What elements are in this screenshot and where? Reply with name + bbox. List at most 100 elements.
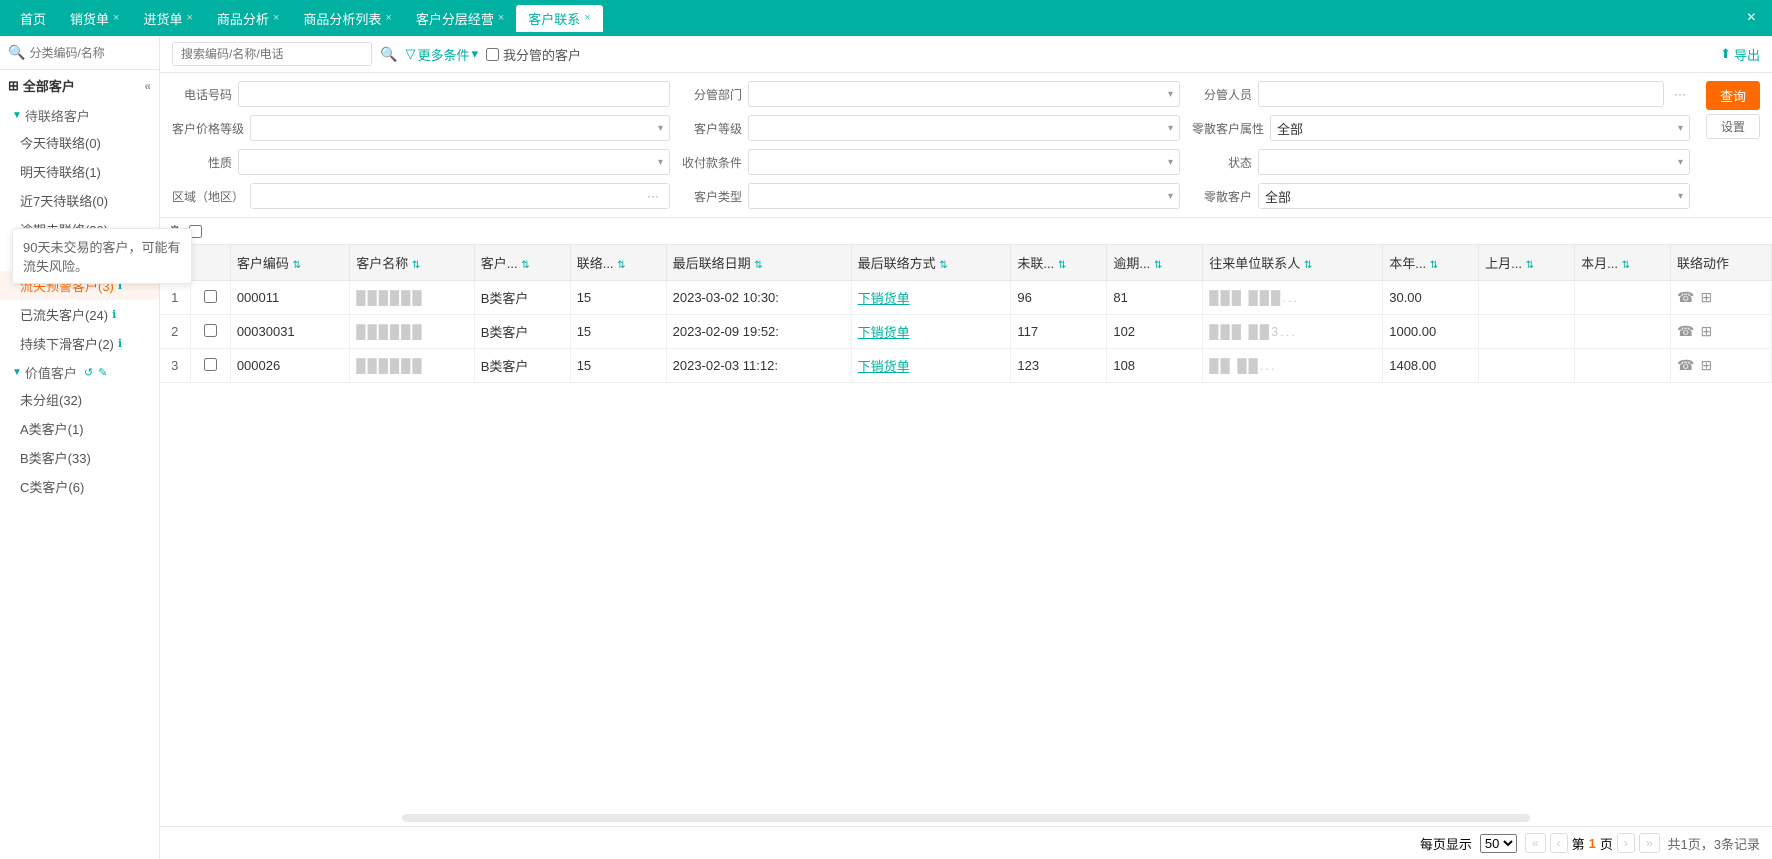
row-3-checkbox[interactable] [204, 358, 217, 371]
region-select[interactable]: ··· [250, 183, 670, 209]
row-2-phone-icon[interactable]: ☎ [1677, 323, 1694, 340]
row-2-checkbox[interactable] [204, 324, 217, 337]
tab-purchase[interactable]: 进货单 × [131, 5, 204, 32]
sidebar-item-tomorrow[interactable]: 明天待联络(1) [0, 157, 159, 186]
row-3-method-link[interactable]: 下销货单 [858, 359, 910, 374]
tab-home[interactable]: 首页 [8, 5, 58, 32]
row-1-checkbox[interactable] [204, 290, 217, 303]
close-customer-contact-tab[interactable]: × [584, 12, 590, 24]
more-conditions-btn[interactable]: ▽ 更多条件 ▾ [405, 45, 478, 64]
col-name[interactable]: 客户名称 ⇅ [350, 245, 474, 281]
sidebar-item-declining[interactable]: 持续下滑客户(2) ℹ [0, 329, 159, 358]
search-input[interactable] [172, 42, 372, 66]
my-customers-checkbox-label[interactable]: 我分管的客户 [486, 45, 581, 64]
col-no-contact[interactable]: 未联... ⇅ [1011, 245, 1107, 281]
sort-no-contact-icon: ⇅ [1058, 260, 1066, 271]
col-this-year[interactable]: 本年... ⇅ [1383, 245, 1479, 281]
status-select[interactable]: ▾ [1258, 149, 1690, 175]
col-last-method[interactable]: 最后联络方式 ⇅ [851, 245, 1011, 281]
sidebar-search-icon[interactable]: 🔍 [8, 44, 25, 61]
refresh-icon[interactable]: ↺ [84, 366, 93, 379]
row-2-type: B类客户 [474, 315, 570, 349]
col-contact[interactable]: 联络... ⇅ [570, 245, 666, 281]
sidebar-search-area: 🔍 [0, 36, 159, 70]
tab-analysis-list[interactable]: 商品分析列表 × [291, 5, 403, 32]
price-level-select[interactable]: ▾ [250, 115, 670, 141]
col-contact2[interactable]: 往来单位联系人 ⇅ [1203, 245, 1383, 281]
row-2-num: 2 [160, 315, 190, 349]
sidebar-collapse-icon[interactable]: « [144, 79, 151, 93]
row-2-more-icon[interactable]: ⊞ [1701, 323, 1713, 340]
row-2-checkbox-cell [190, 315, 230, 349]
zero-customer-select[interactable]: 全部 ▾ [1258, 183, 1690, 209]
phone-input[interactable] [238, 81, 670, 107]
col-last-date[interactable]: 最后联络日期 ⇅ [666, 245, 851, 281]
region-field: 区域（地区） ··· [172, 183, 670, 209]
zero-attr-select[interactable]: 全部 ▾ [1270, 115, 1690, 141]
col-last-month[interactable]: 上月... ⇅ [1479, 245, 1575, 281]
row-3-type: B类客户 [474, 349, 570, 383]
close-analysis-list-tab[interactable]: × [385, 12, 391, 24]
prev-page-btn[interactable]: ‹ [1550, 833, 1568, 853]
sidebar-item-churned[interactable]: 已流失客户(24) ℹ [0, 300, 159, 329]
query-button[interactable]: 查询 [1706, 81, 1760, 110]
row-3-phone-icon[interactable]: ☎ [1677, 357, 1694, 374]
col-overdue[interactable]: 逾期... ⇅ [1107, 245, 1203, 281]
sidebar-item-class-c[interactable]: C类客户(6) [0, 472, 159, 501]
row-1-name: ██████ [350, 281, 474, 315]
tab-customer-layer[interactable]: 客户分层经营 × [404, 5, 516, 32]
col-this-month[interactable]: 本月... ⇅ [1575, 245, 1671, 281]
sidebar-item-today[interactable]: 今天待联络(0) [0, 128, 159, 157]
person-input[interactable] [1258, 81, 1664, 107]
row-1-contact2: ███ ███... [1203, 281, 1383, 315]
per-page-select[interactable]: 50 [1480, 834, 1517, 853]
customer-type-select[interactable]: ▾ [748, 183, 1180, 209]
group-pending-contact[interactable]: ▼ 待联络客户 [0, 101, 159, 128]
person-ellipsis-btn[interactable]: ··· [1670, 85, 1690, 103]
sidebar-search-input[interactable] [29, 46, 160, 60]
tab-sales[interactable]: 销货单 × [58, 5, 131, 32]
export-button[interactable]: ⬆ 导出 [1720, 45, 1760, 64]
table-toolbar: ⚙ [160, 218, 1772, 245]
close-purchase-tab[interactable]: × [186, 12, 192, 24]
first-page-btn[interactable]: « [1525, 833, 1546, 853]
col-code[interactable]: 客户编码 ⇅ [230, 245, 349, 281]
row-1-overdue: 81 [1107, 281, 1203, 315]
next-page-btn[interactable]: › [1617, 833, 1635, 853]
nature-select[interactable]: ▾ [238, 149, 670, 175]
tab-customer-contact[interactable]: 客户联系 × [516, 5, 602, 32]
row-1-more-icon[interactable]: ⊞ [1701, 289, 1713, 306]
close-sales-tab[interactable]: × [113, 12, 119, 24]
sort-name-icon: ⇅ [412, 260, 420, 271]
row-1-code: 000011 [230, 281, 349, 315]
price-level-field: 客户价格等级 ▾ [172, 115, 670, 141]
row-1-last-month [1479, 281, 1575, 315]
col-type[interactable]: 客户... ⇅ [474, 245, 570, 281]
close-customer-layer-tab[interactable]: × [498, 12, 504, 24]
close-analysis-tab[interactable]: × [273, 12, 279, 24]
search-submit-icon[interactable]: 🔍 [380, 46, 397, 63]
payment-select[interactable]: ▾ [748, 149, 1180, 175]
horizontal-scrollbar[interactable] [402, 814, 1530, 822]
last-page-btn[interactable]: » [1639, 833, 1660, 853]
dept-select[interactable]: ▾ [748, 81, 1180, 107]
close-all-button[interactable]: × [1739, 9, 1764, 27]
settings-button[interactable]: 设置 [1706, 114, 1760, 139]
sidebar-item-class-a[interactable]: A类客户(1) [0, 414, 159, 443]
edit-icon[interactable]: ✎ [98, 366, 107, 379]
sidebar-item-class-b[interactable]: B类客户(33) [0, 443, 159, 472]
row-1-method-link[interactable]: 下销货单 [858, 291, 910, 306]
customer-level-select[interactable]: ▾ [748, 115, 1180, 141]
region-ellipsis-btn[interactable]: ··· [643, 187, 663, 205]
sidebar-item-7days[interactable]: 近7天待联络(0) [0, 186, 159, 215]
row-2-method-link[interactable]: 下销货单 [858, 325, 910, 340]
tab-analysis[interactable]: 商品分析 × [205, 5, 291, 32]
nature-field: 性质 ▾ [172, 149, 670, 175]
row-3-more-icon[interactable]: ⊞ [1701, 357, 1713, 374]
row-3-action: ☎ ⊞ [1671, 349, 1772, 383]
all-customers-header[interactable]: ⊞ 全部客户 « [0, 70, 159, 101]
group-value-customers[interactable]: ▼ 价值客户 ↺ ✎ [0, 358, 159, 385]
my-customers-checkbox[interactable] [486, 48, 499, 61]
sidebar-item-ungrouped[interactable]: 未分组(32) [0, 385, 159, 414]
row-1-phone-icon[interactable]: ☎ [1677, 289, 1694, 306]
